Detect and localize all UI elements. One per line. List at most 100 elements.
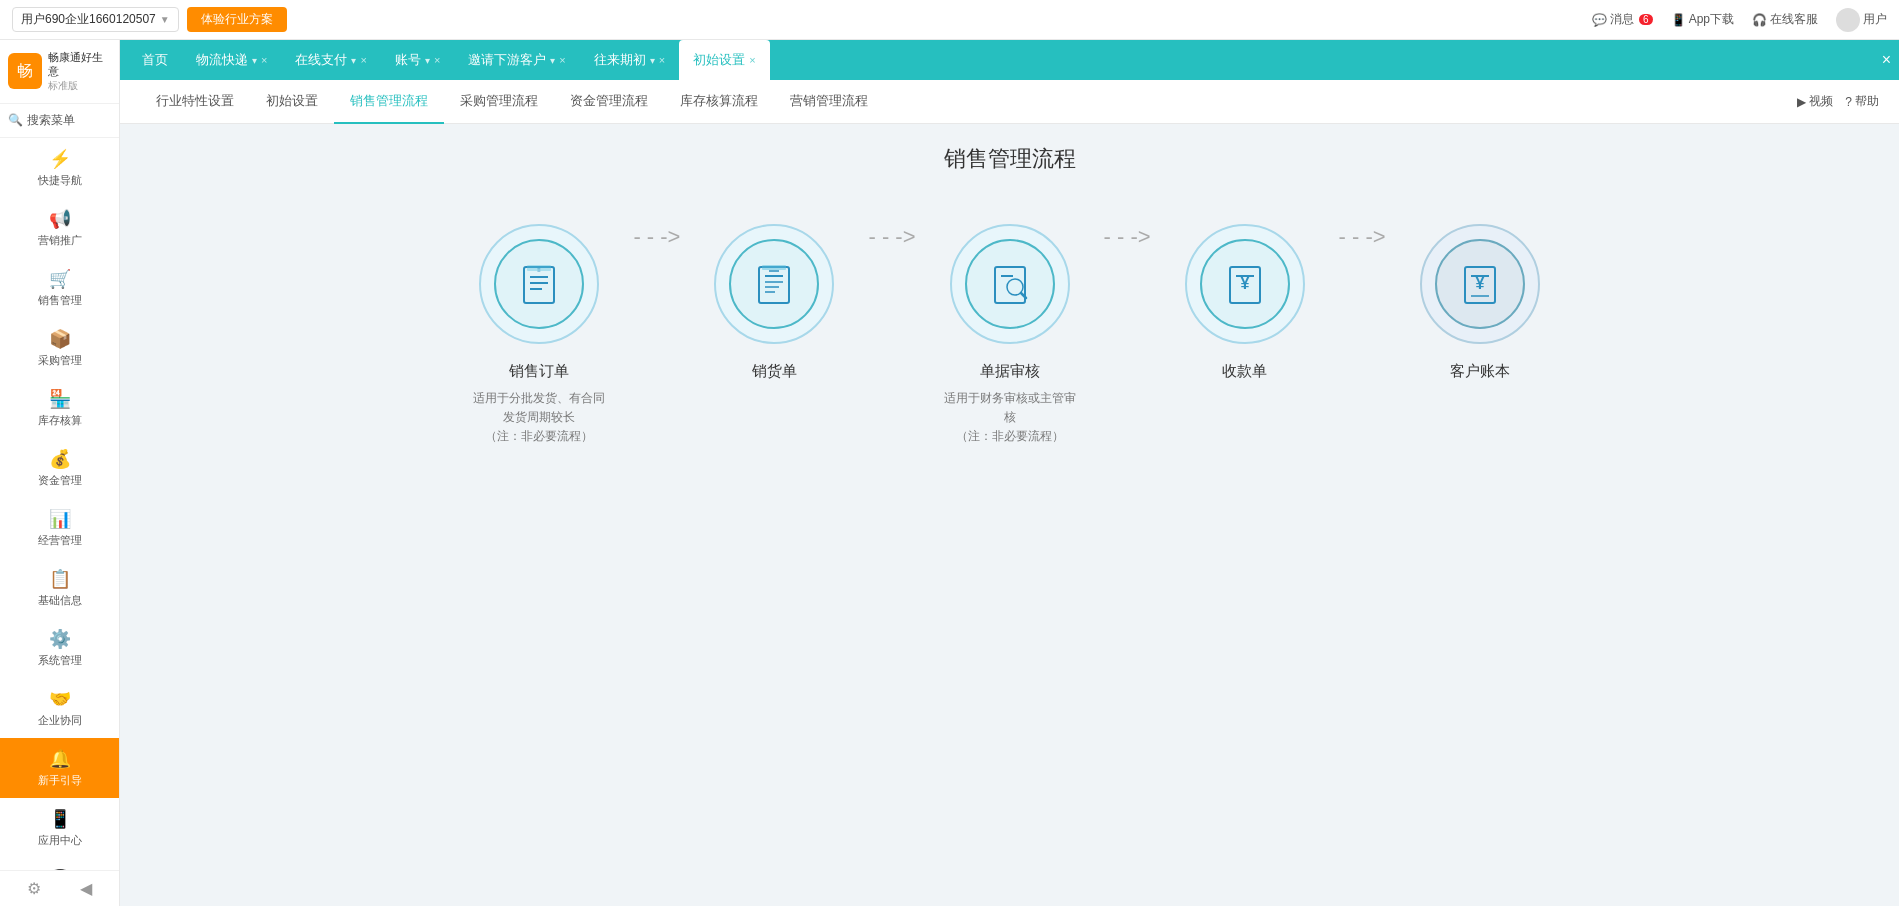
flow-diagram: ≡ 销售订单 适用于分批发货、有合同发货周期较长（注：非必要流程） - - ->: [140, 224, 1879, 447]
sidebar-item-basic-info[interactable]: 📋 基础信息: [0, 558, 119, 618]
app-label: App下载: [1689, 11, 1734, 28]
sales-order-icon: ≡: [514, 259, 564, 309]
sidebar-label-finance: 资金管理: [38, 473, 82, 488]
basic-info-icon: 📋: [49, 568, 71, 590]
tab-invite[interactable]: 邀请下游客户 ▾ ×: [454, 40, 579, 80]
service-item[interactable]: 🎧 在线客服: [1752, 11, 1818, 28]
sidebar-item-enterprise-wechat[interactable]: 💬 企业微信: [0, 858, 119, 870]
tab-home[interactable]: 首页: [128, 40, 182, 80]
user-text: 用户690企业1660120507: [21, 11, 156, 28]
sidebar-label-marketing: 营销推广: [38, 233, 82, 248]
sub-tab-marketing-flow[interactable]: 营销管理流程: [774, 80, 884, 124]
service-label: 在线客服: [1770, 11, 1818, 28]
tab-account-label: 账号: [395, 51, 421, 69]
sub-tab-purchase-flow-label: 采购管理流程: [460, 92, 538, 110]
sidebar-nav: ⚡ 快捷导航 📢 营销推广 🛒 销售管理 📦 采购管理 🏪 库存核算 💰: [0, 138, 119, 870]
arrow-right-icon-4: - - ->: [1339, 224, 1386, 250]
top-bar-right: 💬 消息 6 📱 App下载 🎧 在线客服 用户: [1592, 8, 1887, 32]
sidebar: 畅 畅康通好生意 标准版 🔍 搜索菜单 ⚡ 快捷导航 📢 营销推广 🛒 销售管理: [0, 40, 120, 906]
message-badge: 6: [1639, 14, 1653, 25]
tab-logistics[interactable]: 物流快递 ▾ ×: [182, 40, 281, 80]
tab-period-close[interactable]: ×: [659, 54, 665, 66]
tab-home-label: 首页: [142, 51, 168, 69]
user-name-label: 用户: [1863, 11, 1887, 28]
svg-rect-6: [759, 267, 789, 303]
tab-account[interactable]: 账号 ▾ ×: [381, 40, 454, 80]
tab-period[interactable]: 往来期初 ▾ ×: [580, 40, 679, 80]
avatar: [1836, 8, 1860, 32]
flow-arrow-2: - - ->: [864, 224, 919, 310]
flow-arrow-4: - - ->: [1335, 224, 1390, 310]
user-selector[interactable]: 用户690企业1660120507 ▼: [12, 7, 179, 32]
tab-account-arrow: ▾: [425, 55, 430, 66]
flow-step-delivery: 销货单: [684, 224, 864, 389]
sales-icon: 🛒: [49, 268, 71, 290]
message-item[interactable]: 💬 消息 6: [1592, 11, 1653, 28]
tab-invite-close[interactable]: ×: [559, 54, 565, 66]
sidebar-item-finance-mgmt[interactable]: 💰 资金管理: [0, 438, 119, 498]
sidebar-item-marketing-promo[interactable]: 📢 营销推广: [0, 198, 119, 258]
app-center-icon: 📱: [49, 808, 71, 830]
enterprise-coop-icon: 🤝: [49, 688, 71, 710]
sub-tab-inventory-flow[interactable]: 库存核算流程: [664, 80, 774, 124]
svg-text:¥: ¥: [1475, 275, 1484, 292]
video-icon: ▶: [1797, 95, 1806, 109]
sub-tab-industry[interactable]: 行业特性设置: [140, 80, 250, 124]
tab-invite-arrow: ▾: [550, 55, 555, 66]
tab-payment-close[interactable]: ×: [360, 54, 366, 66]
sidebar-item-purchase-mgmt[interactable]: 📦 采购管理: [0, 318, 119, 378]
tab-nav: 首页 物流快递 ▾ × 在线支付 ▾ × 账号 ▾ × 邀请下游客户 ▾ ×: [120, 40, 1899, 80]
flow-circle-inner-delivery: [729, 239, 819, 329]
flow-arrow-3: - - ->: [1100, 224, 1155, 310]
user-avatar-item[interactable]: 用户: [1836, 8, 1887, 32]
help-link[interactable]: ? 帮助: [1845, 93, 1879, 110]
tab-logistics-close[interactable]: ×: [261, 54, 267, 66]
flow-step-sales-order: ≡ 销售订单 适用于分批发货、有合同发货周期较长（注：非必要流程）: [449, 224, 629, 447]
sidebar-item-quick-nav[interactable]: ⚡ 快捷导航: [0, 138, 119, 198]
sidebar-logo: 畅 畅康通好生意 标准版: [0, 40, 119, 104]
flow-desc-audit: 适用于财务审核或主管审核（注：非必要流程）: [940, 389, 1080, 447]
top-bar: 用户690企业1660120507 ▼ 体验行业方案 💬 消息 6 📱 App下…: [0, 0, 1899, 40]
sidebar-label-inventory: 库存核算: [38, 413, 82, 428]
flow-label-delivery: 销货单: [752, 362, 797, 381]
logo-badge: 标准版: [48, 79, 111, 93]
tab-logistics-arrow: ▾: [252, 55, 257, 66]
sub-tab-init[interactable]: 初始设置: [250, 80, 334, 124]
tab-payment[interactable]: 在线支付 ▾ ×: [281, 40, 380, 80]
sidebar-bottom: ⚙ ◀: [0, 870, 119, 906]
sidebar-item-app-center[interactable]: 📱 应用中心: [0, 798, 119, 858]
collapse-icon[interactable]: ◀: [80, 879, 92, 898]
sub-tab-finance-flow[interactable]: 资金管理流程: [554, 80, 664, 124]
page-content: 销售管理流程 ≡: [120, 124, 1899, 906]
sub-tab-purchase-flow[interactable]: 采购管理流程: [444, 80, 554, 124]
search-label: 搜索菜单: [27, 112, 75, 129]
tab-init-settings-close[interactable]: ×: [749, 54, 755, 66]
flow-label-sales-order: 销售订单: [509, 362, 569, 381]
arrow-right-icon-3: - - ->: [1104, 224, 1151, 250]
tab-init-settings[interactable]: 初始设置 ×: [679, 40, 769, 80]
flow-circle-inner-ledger: ¥: [1435, 239, 1525, 329]
sidebar-item-inventory[interactable]: 🏪 库存核算: [0, 378, 119, 438]
sub-tab-sales-flow[interactable]: 销售管理流程: [334, 80, 444, 124]
sys-mgmt-icon: ⚙️: [49, 628, 71, 650]
finance-icon: 💰: [49, 448, 71, 470]
flow-arrow-1: - - ->: [629, 224, 684, 310]
sidebar-label-quick-nav: 快捷导航: [38, 173, 82, 188]
sidebar-item-sales-mgmt[interactable]: 🛒 销售管理: [0, 258, 119, 318]
experience-btn[interactable]: 体验行业方案: [187, 7, 287, 32]
headset-icon: 🎧: [1752, 13, 1767, 27]
sidebar-item-sys-mgmt[interactable]: ⚙️ 系统管理: [0, 618, 119, 678]
sidebar-search[interactable]: 🔍 搜索菜单: [0, 104, 119, 138]
sidebar-item-new-guide[interactable]: 🔔 新手引导: [0, 738, 119, 798]
close-all-tabs[interactable]: ×: [1882, 51, 1891, 69]
video-link[interactable]: ▶ 视频: [1797, 93, 1833, 110]
marketing-icon: 📢: [49, 208, 71, 230]
top-bar-left: 用户690企业1660120507 ▼ 体验行业方案: [12, 7, 287, 32]
tab-account-close[interactable]: ×: [434, 54, 440, 66]
settings-icon[interactable]: ⚙: [27, 879, 41, 898]
tab-payment-label: 在线支付: [295, 51, 347, 69]
sidebar-item-ops-mgmt[interactable]: 📊 经营管理: [0, 498, 119, 558]
app-download-item[interactable]: 📱 App下载: [1671, 11, 1734, 28]
sidebar-label-sys: 系统管理: [38, 653, 82, 668]
sidebar-item-enterprise-coop[interactable]: 🤝 企业协同: [0, 678, 119, 738]
